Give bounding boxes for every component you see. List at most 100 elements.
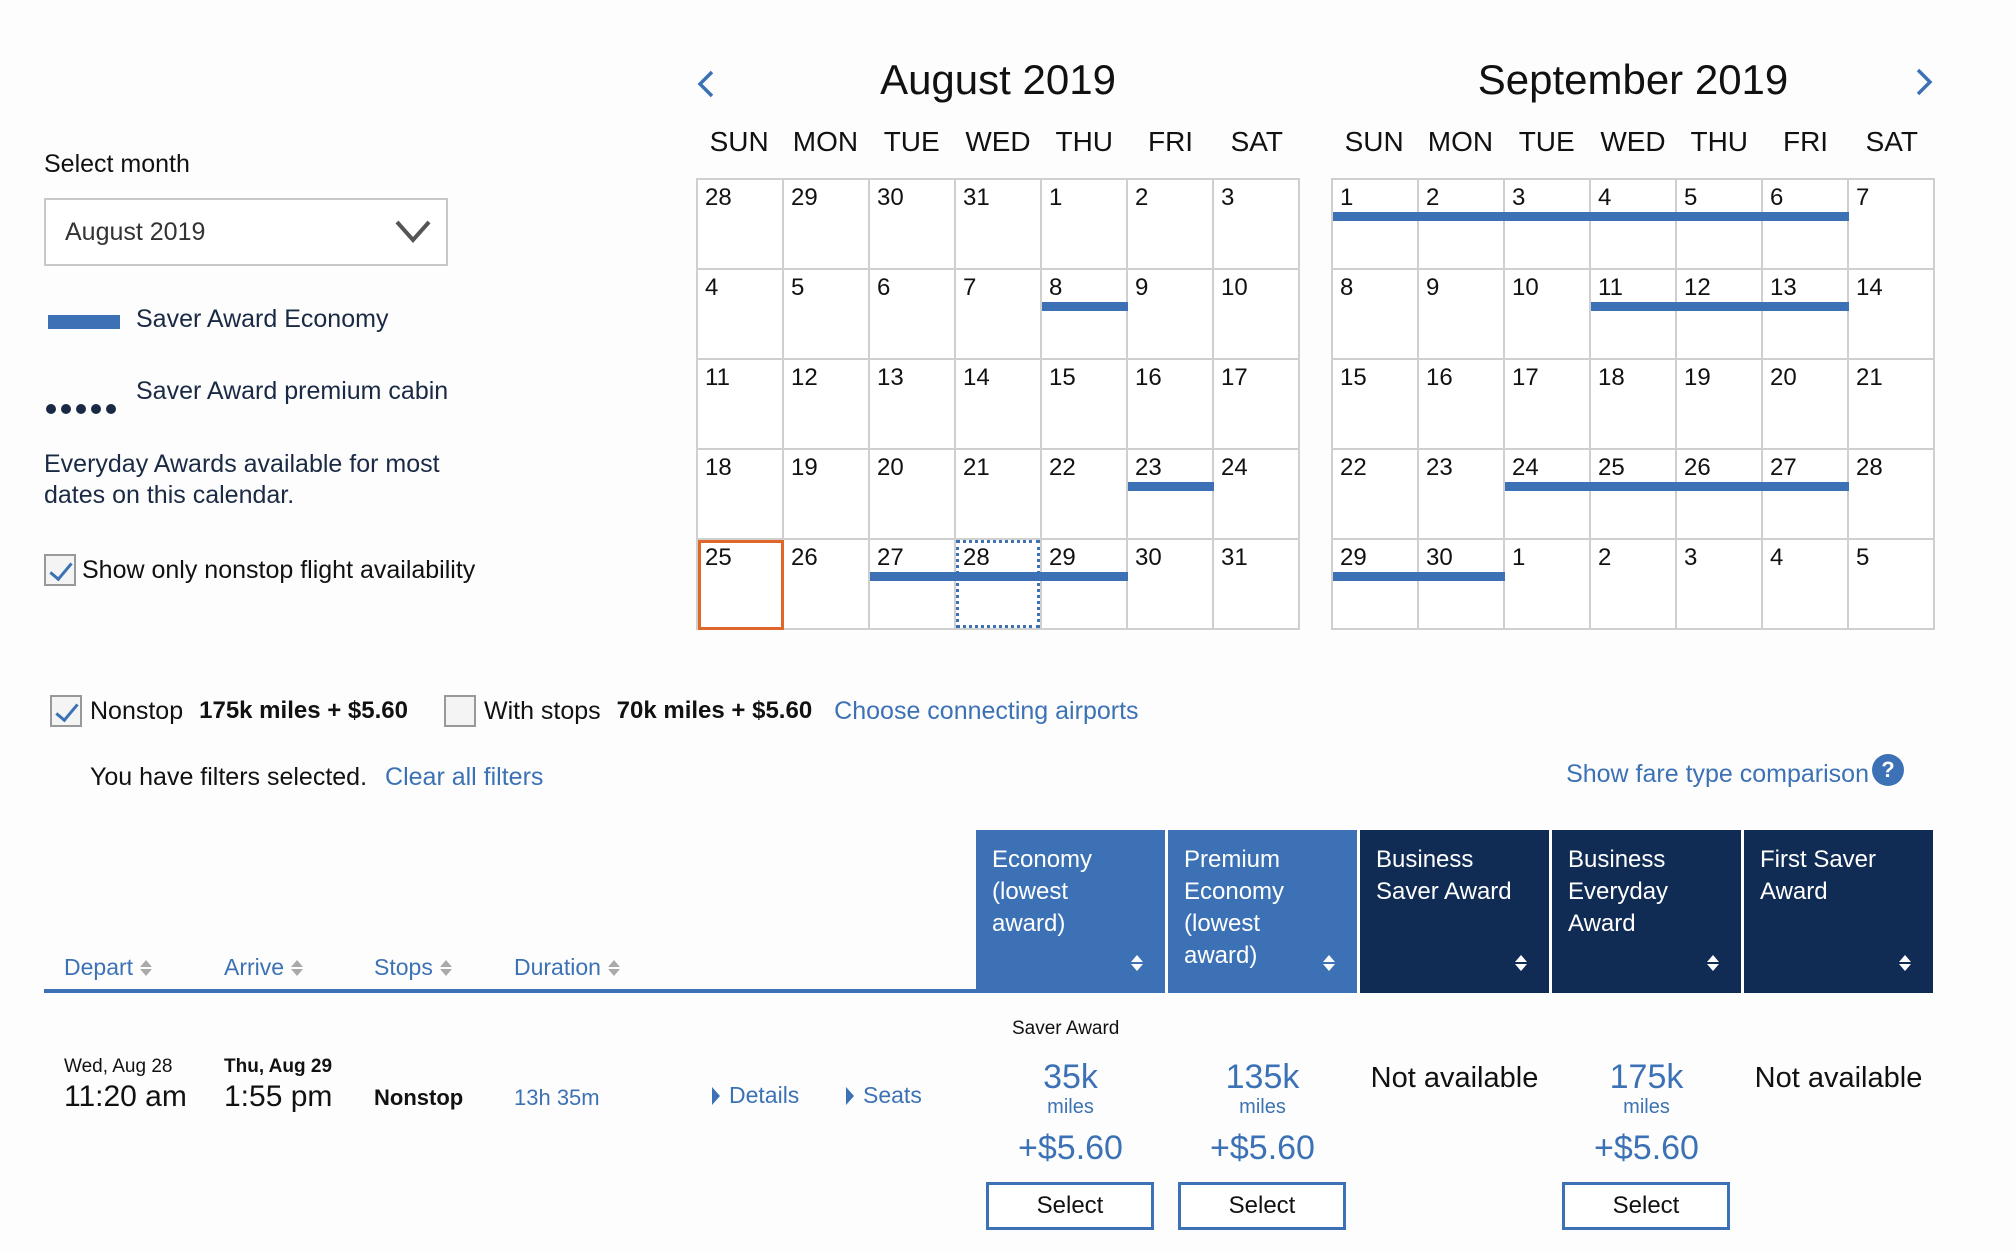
- calendar-day[interactable]: 26: [1677, 450, 1763, 540]
- calendar-day[interactable]: 1: [1505, 540, 1591, 630]
- calendar-day[interactable]: 10: [1505, 270, 1591, 360]
- calendar-day[interactable]: 26: [784, 540, 870, 630]
- calendar-day[interactable]: 20: [870, 450, 956, 540]
- calendar-day[interactable]: 28: [1849, 450, 1935, 540]
- calendar-day[interactable]: 13: [1763, 270, 1849, 360]
- calendar-day[interactable]: 7: [956, 270, 1042, 360]
- help-icon[interactable]: ?: [1872, 754, 1904, 786]
- calendar-day[interactable]: 3: [1214, 180, 1300, 270]
- calendar-day[interactable]: 16: [1419, 360, 1505, 450]
- calendar-day[interactable]: 25: [1591, 450, 1677, 540]
- calendar-day[interactable]: 8: [1333, 270, 1419, 360]
- calendar-day[interactable]: 12: [1677, 270, 1763, 360]
- saver-economy-legend-icon: [48, 315, 120, 329]
- calendar-day[interactable]: 24: [1505, 450, 1591, 540]
- calendar-day[interactable]: 14: [956, 360, 1042, 450]
- fare-column-business-everyday[interactable]: Business Everyday Award: [1552, 830, 1741, 993]
- calendar-day[interactable]: 30: [1128, 540, 1214, 630]
- calendar-day[interactable]: 29: [784, 180, 870, 270]
- calendar-day[interactable]: 23: [1128, 450, 1214, 540]
- calendar-day[interactable]: 2: [1128, 180, 1214, 270]
- calendar-day[interactable]: 25: [698, 540, 784, 630]
- calendar-day[interactable]: 5: [1849, 540, 1935, 630]
- clear-all-filters-link[interactable]: Clear all filters: [385, 763, 543, 791]
- sort-arrows-icon: [1131, 955, 1143, 971]
- calendar-day[interactable]: 16: [1128, 360, 1214, 450]
- saver-economy-indicator: [1591, 482, 1677, 491]
- calendar-day[interactable]: 30: [1419, 540, 1505, 630]
- sort-duration[interactable]: Duration: [514, 954, 620, 981]
- show-fare-type-comparison-link[interactable]: Show fare type comparison: [1566, 760, 1869, 789]
- calendar-day[interactable]: 9: [1419, 270, 1505, 360]
- calendar-day[interactable]: 4: [1591, 180, 1677, 270]
- calendar-day[interactable]: 9: [1128, 270, 1214, 360]
- sort-depart[interactable]: Depart: [64, 954, 224, 981]
- calendar-day[interactable]: 28: [698, 180, 784, 270]
- calendar-day[interactable]: 3: [1677, 540, 1763, 630]
- calendar-day[interactable]: 31: [1214, 540, 1300, 630]
- details-link[interactable]: Details: [712, 1082, 799, 1109]
- sort-arrive[interactable]: Arrive: [224, 954, 374, 981]
- calendar-day[interactable]: 1: [1042, 180, 1128, 270]
- calendar-day[interactable]: 17: [1505, 360, 1591, 450]
- calendar-day[interactable]: 29: [1042, 540, 1128, 630]
- calendar-day[interactable]: 2: [1591, 540, 1677, 630]
- calendar-day[interactable]: 5: [1677, 180, 1763, 270]
- calendar-day[interactable]: 10: [1214, 270, 1300, 360]
- calendar-day[interactable]: 17: [1214, 360, 1300, 450]
- calendar-day[interactable]: 18: [698, 450, 784, 540]
- calendar-day[interactable]: 21: [956, 450, 1042, 540]
- fare-column-first-saver[interactable]: First Saver Award: [1744, 830, 1933, 993]
- calendar-day[interactable]: 23: [1419, 450, 1505, 540]
- choose-connecting-airports-link[interactable]: Choose connecting airports: [834, 697, 1138, 726]
- calendar-day[interactable]: 5: [784, 270, 870, 360]
- seats-link[interactable]: Seats: [846, 1082, 922, 1109]
- calendar-day[interactable]: 4: [1763, 540, 1849, 630]
- calendar-day[interactable]: 27: [1763, 450, 1849, 540]
- month-select[interactable]: August 2019: [44, 198, 448, 266]
- sort-stops[interactable]: Stops: [374, 954, 514, 981]
- calendar-day[interactable]: 7: [1849, 180, 1935, 270]
- select-economy-button[interactable]: Select: [986, 1182, 1154, 1230]
- calendar-day[interactable]: 19: [784, 450, 870, 540]
- sort-arrows-icon: [1707, 955, 1719, 971]
- calendar-day[interactable]: 6: [870, 270, 956, 360]
- calendar-day[interactable]: 15: [1042, 360, 1128, 450]
- calendar-day[interactable]: 31: [956, 180, 1042, 270]
- fare-miles: 135k: [1225, 1058, 1300, 1096]
- calendar-day[interactable]: 13: [870, 360, 956, 450]
- calendar-day[interactable]: 2: [1419, 180, 1505, 270]
- with-stops-filter-checkbox[interactable]: [443, 695, 476, 727]
- calendar-day[interactable]: 11: [1591, 270, 1677, 360]
- calendar-day-number: 18: [705, 454, 732, 481]
- calendar-day[interactable]: 4: [698, 270, 784, 360]
- calendar-day[interactable]: 24: [1214, 450, 1300, 540]
- nonstop-filter-checkbox[interactable]: [50, 695, 82, 727]
- calendar-day[interactable]: 6: [1763, 180, 1849, 270]
- calendar-day[interactable]: 11: [698, 360, 784, 450]
- calendar-day[interactable]: 8: [1042, 270, 1128, 360]
- nonstop-only-checkbox[interactable]: Show only nonstop flight availability: [44, 554, 475, 586]
- calendar-day[interactable]: 1: [1333, 180, 1419, 270]
- calendar-day[interactable]: 30: [870, 180, 956, 270]
- calendar-day[interactable]: 27: [870, 540, 956, 630]
- calendar-day[interactable]: 18: [1591, 360, 1677, 450]
- select-business-everyday-button[interactable]: Select: [1562, 1182, 1730, 1230]
- calendar-day[interactable]: 22: [1042, 450, 1128, 540]
- checkbox-icon[interactable]: [44, 554, 76, 586]
- select-premium-economy-button[interactable]: Select: [1178, 1182, 1346, 1230]
- calendar-day[interactable]: 20: [1763, 360, 1849, 450]
- calendar-day[interactable]: 29: [1333, 540, 1419, 630]
- calendar-day[interactable]: 14: [1849, 270, 1935, 360]
- calendar-day[interactable]: 15: [1333, 360, 1419, 450]
- saver-economy-indicator: [1419, 212, 1505, 221]
- calendar-day[interactable]: 21: [1849, 360, 1935, 450]
- fare-column-premium-economy[interactable]: Premium Economy (lowest award): [1168, 830, 1357, 993]
- calendar-day[interactable]: 3: [1505, 180, 1591, 270]
- calendar-day[interactable]: 28: [956, 540, 1042, 630]
- calendar-day[interactable]: 22: [1333, 450, 1419, 540]
- fare-column-economy[interactable]: Economy (lowest award): [976, 830, 1165, 993]
- fare-column-business-saver[interactable]: Business Saver Award: [1360, 830, 1549, 993]
- calendar-day[interactable]: 12: [784, 360, 870, 450]
- calendar-day[interactable]: 19: [1677, 360, 1763, 450]
